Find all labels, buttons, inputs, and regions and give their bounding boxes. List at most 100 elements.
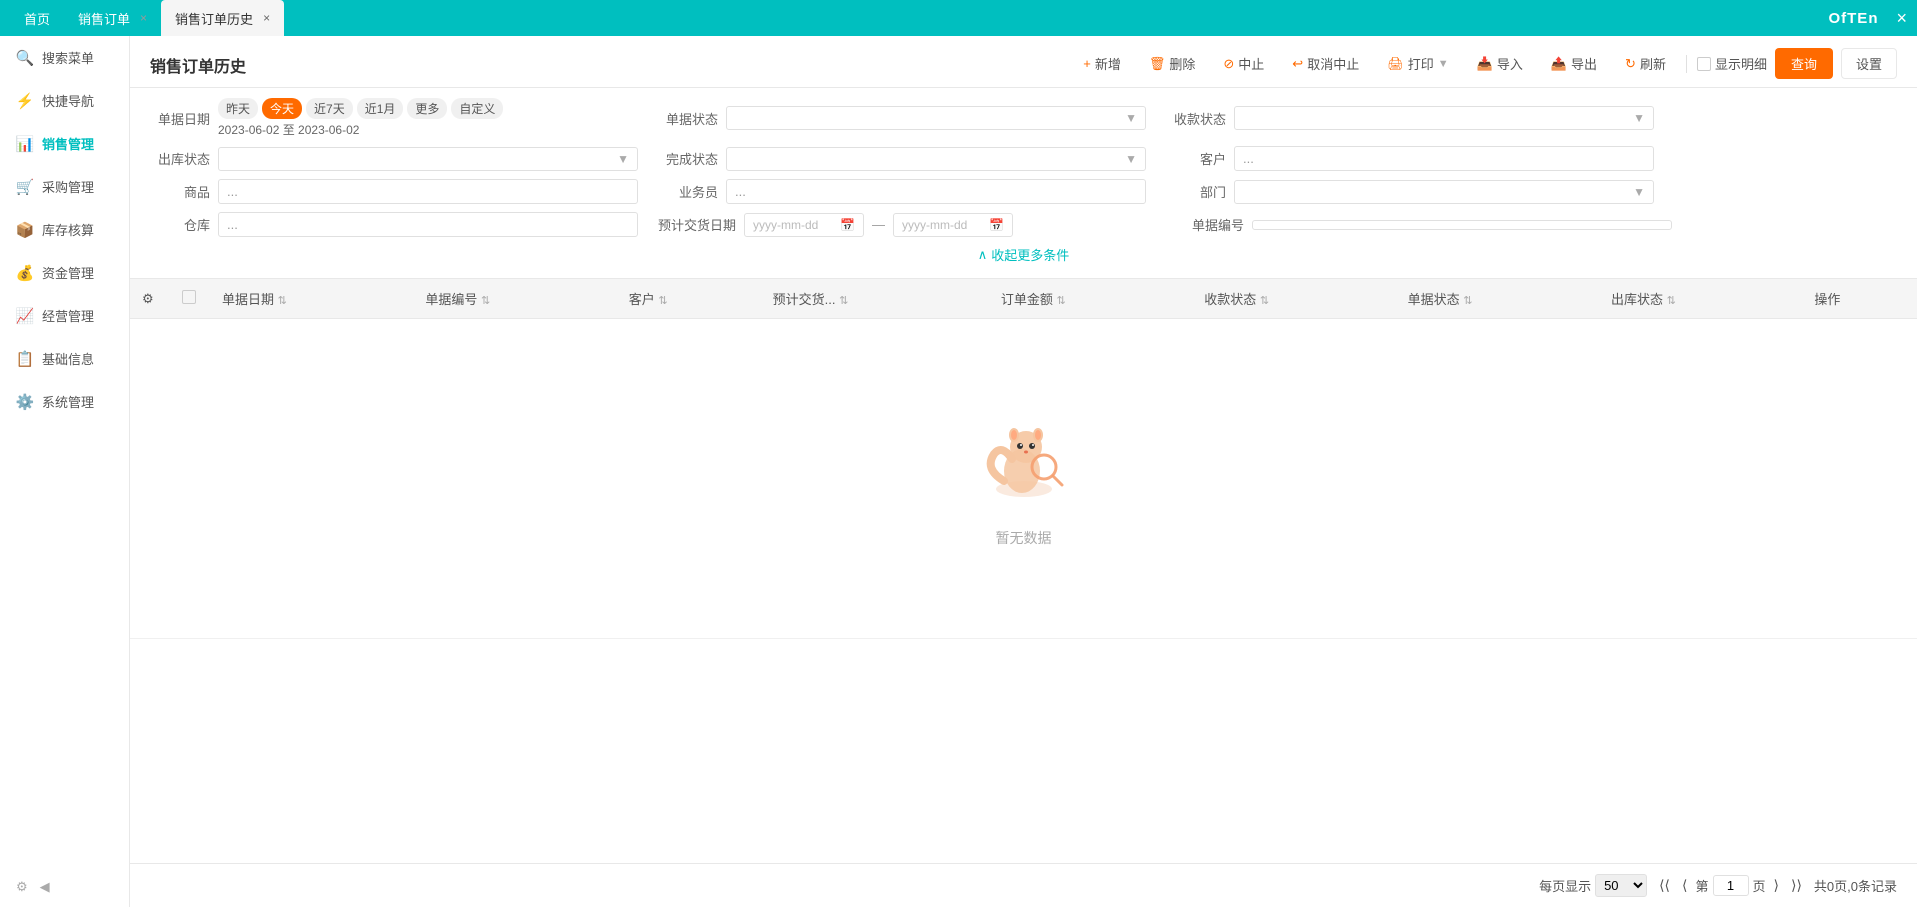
gear-icon[interactable]: ⚙ <box>142 291 154 306</box>
header-checkbox[interactable] <box>182 290 196 304</box>
warehouse-control: ... <box>218 212 638 237</box>
cancel-stop-icon: ↩ <box>1292 56 1303 72</box>
date-tab-more[interactable]: 更多 <box>407 98 447 119</box>
customer-input[interactable]: ... <box>1234 146 1654 171</box>
sidebar-item-search-menu-label: 搜索菜单 <box>42 48 94 67</box>
sidebar-item-purchase-mgmt[interactable]: 🛒 采购管理 <box>0 165 129 208</box>
tab-sales-order[interactable]: 销售订单 × <box>64 0 161 36</box>
print-button[interactable]: 🖨 打印 ▼ <box>1377 49 1458 78</box>
date-tab-yesterday[interactable]: 昨天 <box>218 98 258 119</box>
per-page-control: 每页显示 50 10 20 100 <box>1539 874 1647 897</box>
sidebar-item-system-mgmt[interactable]: ⚙️ 系统管理 <box>0 380 129 423</box>
delete-label: 删除 <box>1169 54 1195 73</box>
display-dense-checkbox-label[interactable]: 显示明细 <box>1697 54 1767 73</box>
page-number-input[interactable] <box>1713 875 1749 896</box>
export-icon: 📤 <box>1551 56 1567 72</box>
date-tab-last7[interactable]: 近7天 <box>306 98 353 119</box>
sidebar-item-quick-nav[interactable]: ⚡ 快捷导航 <box>0 79 129 122</box>
customer-label: 客户 <box>1166 149 1234 168</box>
table-body: 暂无数据 <box>130 319 1917 639</box>
th-customer-label: 客户 <box>629 292 655 307</box>
sidebar-item-inventory-label: 库存核算 <box>42 220 94 239</box>
refresh-icon: ↻ <box>1625 56 1636 72</box>
sidebar-item-sales-mgmt-label: 销售管理 <box>42 134 94 153</box>
tab-sales-order-history-close[interactable]: × <box>263 11 270 25</box>
payment-status-label: 收款状态 <box>1166 109 1234 128</box>
print-icon: 🖨 <box>1387 56 1404 72</box>
th-payment-status-label: 收款状态 <box>1204 292 1256 307</box>
complete-status-select[interactable]: ▼ <box>726 147 1146 171</box>
delivery-date-end[interactable]: yyyy-mm-dd 📅 <box>893 213 1013 237</box>
date-tab-custom[interactable]: 自定义 <box>451 98 503 119</box>
collapse-sidebar-icon[interactable]: ◀ <box>40 879 50 895</box>
display-dense-label: 显示明细 <box>1715 54 1767 73</box>
empty-state: 暂无数据 <box>142 329 1905 628</box>
empty-illustration <box>974 409 1074 512</box>
stop-button[interactable]: ⊘ 中止 <box>1213 49 1274 78</box>
date-filter-control: 昨天 今天 近7天 近1月 更多 自定义 2023-06-02 至 2023-0… <box>218 98 638 138</box>
sidebar-item-inventory[interactable]: 📦 库存核算 <box>0 208 129 251</box>
sort-doc-date-icon[interactable]: ⇅ <box>278 295 287 307</box>
settings-bottom-icon[interactable]: ⚙ <box>16 879 28 895</box>
filter-row-4: 仓库 ... 预计交货日期 yyyy-mm-dd 📅 — yyyy-mm-dd <box>150 212 1897 237</box>
th-gear: ⚙ <box>130 279 170 319</box>
out-status-select[interactable]: ▼ <box>218 147 638 171</box>
product-input[interactable]: ... <box>218 179 638 204</box>
sort-amount-icon[interactable]: ⇅ <box>1056 295 1065 307</box>
logo-text: OfTEn <box>1828 10 1878 27</box>
window-close[interactable]: × <box>1896 8 1907 29</box>
doc-status-select[interactable]: ▼ <box>726 106 1146 130</box>
setting-button[interactable]: 设置 <box>1841 48 1897 79</box>
query-button[interactable]: 查询 <box>1775 48 1833 79</box>
export-button[interactable]: 📤 导出 <box>1541 49 1607 78</box>
calendar-start-icon[interactable]: 📅 <box>840 218 855 232</box>
tab-home[interactable]: 首页 <box>10 0 64 36</box>
warehouse-input[interactable]: ... <box>218 212 638 237</box>
sort-customer-icon[interactable]: ⇅ <box>658 295 667 307</box>
sidebar-item-search-menu[interactable]: 🔍 搜索菜单 <box>0 36 129 79</box>
sort-doc-status-icon[interactable]: ⇅ <box>1463 295 1472 307</box>
refresh-button[interactable]: ↻ 刷新 <box>1615 49 1676 78</box>
doc-no-control <box>1252 220 1672 230</box>
sidebar-item-base-info[interactable]: 📋 基础信息 <box>0 337 129 380</box>
sort-delivery-date-icon[interactable]: ⇅ <box>839 295 848 307</box>
dept-select[interactable]: ▼ <box>1234 180 1654 204</box>
operations-icon: 📈 <box>16 307 34 325</box>
date-tab-today[interactable]: 今天 <box>262 98 302 119</box>
per-page-select[interactable]: 50 10 20 100 <box>1595 874 1647 897</box>
sidebar-item-finance[interactable]: 💰 资金管理 <box>0 251 129 294</box>
date-tab-last1m[interactable]: 近1月 <box>357 98 404 119</box>
sidebar-item-sales-mgmt[interactable]: 📊 销售管理 <box>0 122 129 165</box>
sort-payment-status-icon[interactable]: ⇅ <box>1260 295 1269 307</box>
th-out-status-label: 出库状态 <box>1611 292 1663 307</box>
dept-control: ▼ <box>1234 180 1654 204</box>
next-page-button[interactable]: ⟩ <box>1770 875 1783 896</box>
calendar-end-icon[interactable]: 📅 <box>989 218 1004 232</box>
finance-icon: 💰 <box>16 264 34 282</box>
delete-button[interactable]: 🗑 删除 <box>1139 49 1206 78</box>
delivery-date-start[interactable]: yyyy-mm-dd 📅 <box>744 213 864 237</box>
page-nav: ⟨⟨ ⟨ 第 页 ⟩ ⟩⟩ <box>1655 875 1806 896</box>
tab-sales-order-history[interactable]: 销售订单历史 × <box>161 0 284 36</box>
date-tabs: 昨天 今天 近7天 近1月 更多 自定义 <box>218 98 503 119</box>
delivery-date-label: 预计交货日期 <box>658 215 744 234</box>
payment-status-select[interactable]: ▼ <box>1234 106 1654 130</box>
first-page-button[interactable]: ⟨⟨ <box>1655 875 1674 896</box>
purchase-mgmt-icon: 🛒 <box>16 178 34 196</box>
th-doc-no-label: 单据编号 <box>425 292 477 307</box>
doc-no-input[interactable] <box>1252 220 1672 230</box>
sidebar-item-operations[interactable]: 📈 经营管理 <box>0 294 129 337</box>
cancel-stop-button[interactable]: ↩ 取消中止 <box>1282 49 1369 78</box>
sort-doc-no-icon[interactable]: ⇅ <box>481 295 490 307</box>
sidebar-item-purchase-mgmt-label: 采购管理 <box>42 177 94 196</box>
salesperson-input[interactable]: ... <box>726 179 1146 204</box>
new-button[interactable]: + 新增 <box>1073 49 1131 78</box>
tab-home-label: 首页 <box>24 9 50 28</box>
last-page-button[interactable]: ⟩⟩ <box>1787 875 1806 896</box>
display-dense-checkbox[interactable] <box>1697 57 1711 71</box>
collapse-filter-btn[interactable]: ∧ 收起更多条件 <box>978 245 1070 264</box>
import-button[interactable]: 📥 导入 <box>1467 49 1533 78</box>
prev-page-button[interactable]: ⟨ <box>1678 875 1691 896</box>
sort-out-status-icon[interactable]: ⇅ <box>1667 295 1676 307</box>
tab-sales-order-close[interactable]: × <box>140 11 147 25</box>
